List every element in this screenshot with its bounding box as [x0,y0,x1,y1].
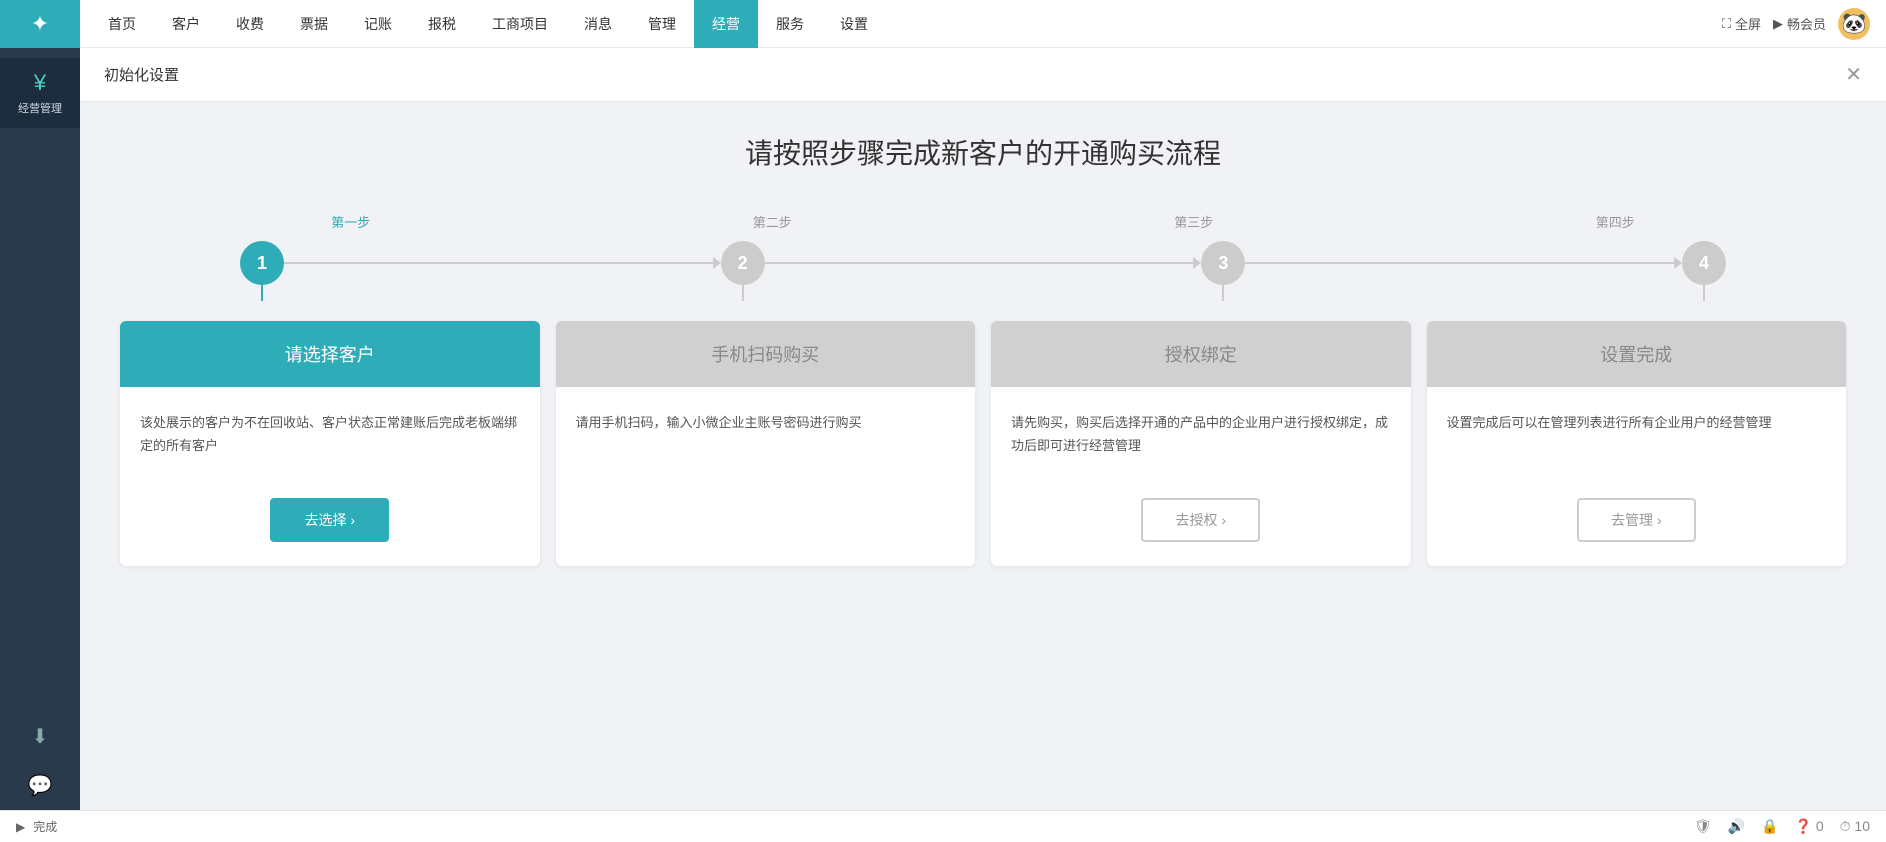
nav-item-operation[interactable]: 经营 [694,0,758,48]
logo-area: ✦ [0,0,80,48]
nav-item-accounting[interactable]: 记账 [346,0,410,48]
card-1-body: 该处展示的客户为不在回收站、客户状态正常建账后完成老板端绑定的所有客户 [120,387,540,482]
fullscreen-icon: ⛶ [1722,16,1731,32]
main-heading: 请按照步骤完成新客户的开通购买流程 [120,132,1846,172]
volume-icon[interactable]: 🔊 [1728,818,1745,835]
download-icon: ⬇ [32,724,49,749]
card-4-button[interactable]: 去管理 › [1577,498,1696,542]
connector-3-4 [1245,257,1682,269]
sidebar-download-item[interactable]: ⬇ [28,712,53,761]
nav-item-invoice[interactable]: 票据 [282,0,346,48]
step-4-label: 第四步 [1405,212,1827,231]
content-area: 请按照步骤完成新客户的开通购买流程 第一步 第二步 第三步 第四步 1 [80,102,1886,596]
close-button[interactable]: ✕ [1845,62,1862,87]
step-1-circle-wrap: 1 [240,241,284,301]
time-icon: ⏱ 10 [1840,818,1870,835]
help-icon: 💬 [28,773,53,798]
nav-right: ⛶ 全屏 ▶ 畅会员 🐼 [1722,8,1886,40]
member-button[interactable]: ▶ 畅会员 [1773,14,1826,33]
step-2-label: 第二步 [562,212,984,231]
play-icon: ▶ [1773,16,1783,32]
step-3-down-line [1222,285,1224,301]
member-label: 畅会员 [1787,14,1826,33]
sidebar: ¥ 经营管理 ⬇ 💬 [0,48,80,810]
step-3-label: 第三步 [983,212,1405,231]
step-2-circle: 2 [721,241,765,285]
connector-2-3 [765,257,1202,269]
connector-1-2 [284,257,721,269]
step-3-circle-wrap: 3 [1201,241,1245,301]
card-2-header: 手机扫码购买 [556,321,976,387]
step-3-circle: 3 [1201,241,1245,285]
step-2-down-line [742,285,744,301]
card-2-body: 请用手机扫码，输入小微企业主账号密码进行购买 [556,387,976,526]
main-content: 初始化设置 ✕ 请按照步骤完成新客户的开通购买流程 第一步 第二步 第三步 第四… [80,48,1886,810]
logo-icon: ✦ [31,11,49,37]
step-1-circle: 1 [240,241,284,285]
nav-item-tax[interactable]: 报税 [410,0,474,48]
avatar[interactable]: 🐼 [1838,8,1870,40]
card-1-footer: 去选择 › [120,482,540,566]
step-2-circle-wrap: 2 [721,241,765,301]
shield-icon[interactable]: 🛡 [1694,818,1712,835]
nav-item-message[interactable]: 消息 [566,0,630,48]
sidebar-item-operation[interactable]: ¥ 经营管理 [0,58,80,128]
nav-item-fee[interactable]: 收费 [218,0,282,48]
card-4-header: 设置完成 [1427,321,1847,387]
yen-icon: ¥ [34,70,46,96]
card-3: 授权绑定 请先购买，购买后选择开通的产品中的企业用户进行授权绑定，成功后即可进行… [991,321,1411,566]
steps-labels-row: 第一步 第二步 第三步 第四步 [120,212,1846,231]
card-1-button[interactable]: 去选择 › [270,498,389,542]
card-4-footer: 去管理 › [1427,482,1847,566]
card-3-body: 请先购买，购买后选择开通的产品中的企业用户进行授权绑定，成功后即可进行经营管理 [991,387,1411,482]
top-nav: ✦ 首页 客户 收费 票据 记账 报税 工商项目 消息 管理 经营 服务 设置 … [0,0,1886,48]
card-1: 请选择客户 该处展示的客户为不在回收站、客户状态正常建账后完成老板端绑定的所有客… [120,321,540,566]
card-3-header: 授权绑定 [991,321,1411,387]
status-left: ▶ 完成 [16,818,57,835]
nav-items: 首页 客户 收费 票据 记账 报税 工商项目 消息 管理 经营 服务 设置 [80,0,1722,48]
status-play-icon: ▶ [16,820,25,834]
step-4-circle-wrap: 4 [1682,241,1726,301]
cards-row: 请选择客户 该处展示的客户为不在回收站、客户状态正常建账后完成老板端绑定的所有客… [120,321,1846,566]
nav-item-service[interactable]: 服务 [758,0,822,48]
card-3-footer: 去授权 › [991,482,1411,566]
help-status-icon[interactable]: ❓ 0 [1795,818,1824,835]
status-right: 🛡 🔊 🔒 ❓ 0 ⏱ 10 [1694,818,1870,835]
page-header: 初始化设置 ✕ [80,48,1886,102]
step-1-down-line [261,285,263,301]
status-label: 完成 [33,818,57,835]
card-3-button[interactable]: 去授权 › [1141,498,1260,542]
nav-item-manage[interactable]: 管理 [630,0,694,48]
step-1-label: 第一步 [140,212,562,231]
sidebar-item-label: 经营管理 [18,100,62,116]
sidebar-bottom: ⬇ 💬 [28,712,53,810]
nav-item-home[interactable]: 首页 [90,0,154,48]
card-2: 手机扫码购买 请用手机扫码，输入小微企业主账号密码进行购买 [556,321,976,566]
nav-item-customer[interactable]: 客户 [154,0,218,48]
sidebar-help-item[interactable]: 💬 [28,761,53,810]
nav-item-industry[interactable]: 工商项目 [474,0,566,48]
fullscreen-label: 全屏 [1735,14,1761,33]
nav-item-settings[interactable]: 设置 [822,0,886,48]
card-4-body: 设置完成后可以在管理列表进行所有企业用户的经营管理 [1427,387,1847,482]
fullscreen-button[interactable]: ⛶ 全屏 [1722,14,1761,33]
card-4: 设置完成 设置完成后可以在管理列表进行所有企业用户的经营管理 去管理 › [1427,321,1847,566]
page-title: 初始化设置 [104,64,179,85]
lock-icon[interactable]: 🔒 [1761,818,1778,835]
step-4-circle: 4 [1682,241,1726,285]
step-4-down-line [1703,285,1705,301]
steps-circles-row: 1 2 3 [120,241,1846,301]
card-1-header: 请选择客户 [120,321,540,387]
status-bar: ▶ 完成 🛡 🔊 🔒 ❓ 0 ⏱ 10 [0,810,1886,842]
card-2-footer [556,526,976,566]
